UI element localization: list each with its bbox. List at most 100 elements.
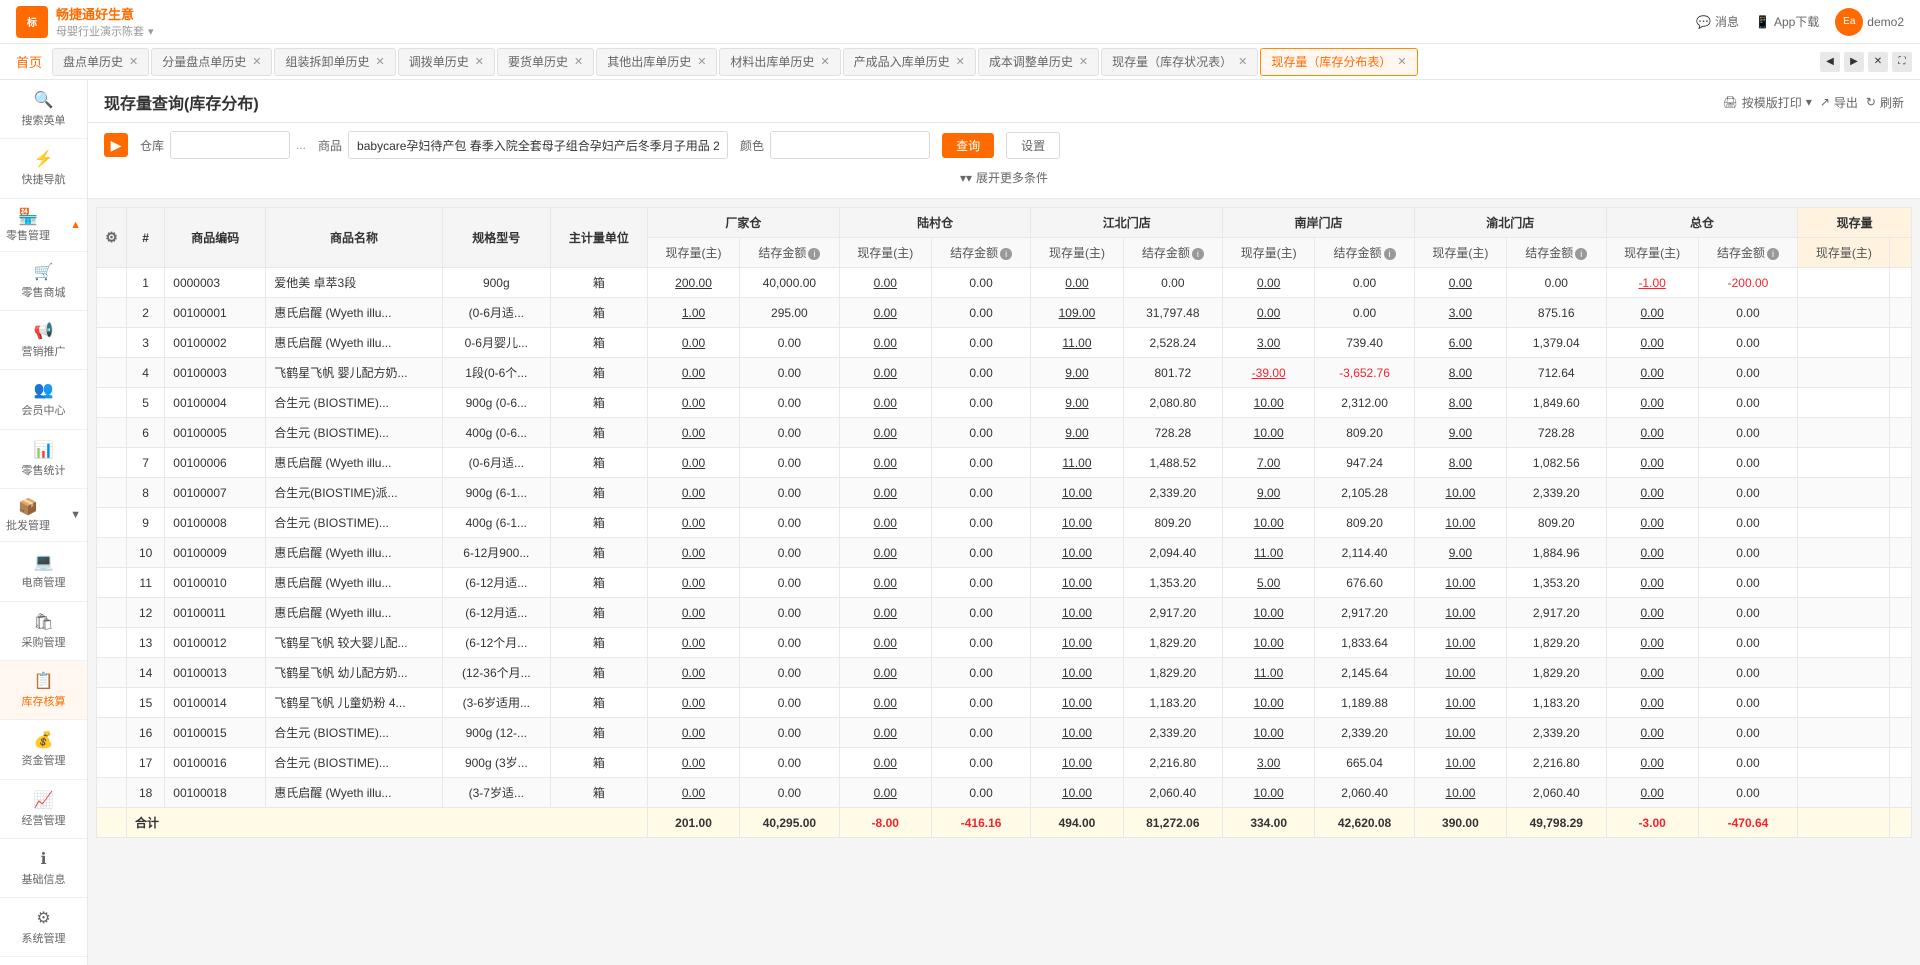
tab-close-all[interactable]: ✕ [1868, 52, 1888, 72]
export-btn[interactable]: ↗ 导出 [1820, 94, 1858, 111]
sidebar-item-collab[interactable]: 🤝 企业协同 [0, 957, 87, 965]
phone-icon: 📱 [1755, 15, 1770, 29]
sidebar-item-marketing[interactable]: 📢 营销推广 [0, 311, 87, 370]
sidebar-item-quicknav[interactable]: ⚡ 快捷导航 [0, 139, 87, 198]
tab-cost-adjustment[interactable]: 成本调整单历史 ✕ [978, 48, 1099, 76]
tab-partial-history[interactable]: 分量盘点单历史 ✕ [151, 48, 272, 76]
tab-inventory-distribution[interactable]: 现存量（库存分布表） ✕ [1260, 48, 1417, 76]
summary-row: 合计 201.00 40,295.00 -8.00 -416.16 494.00… [97, 808, 1912, 838]
th-na-amt: 结存金额i [1315, 238, 1415, 268]
message-btn[interactable]: 💬 消息 [1696, 13, 1739, 30]
sidebar-item-wholesale[interactable]: 📦 批发管理 ▼ [0, 489, 87, 542]
table-row: 9 00100008 合生元 (BIOSTIME)... 400g (6-1..… [97, 508, 1912, 538]
settings-button[interactable]: 设置 [1006, 132, 1060, 159]
color-input[interactable] [770, 131, 930, 159]
sidebar-item-system[interactable]: ⚙ 系统管理 [0, 898, 87, 957]
th-jiangbei: 江北门店 [1031, 208, 1223, 238]
th-lc-amt: 结存金额i [931, 238, 1031, 268]
table-row: 4 00100003 飞鹤星飞帆 婴儿配方奶... 1段(0-6个... 箱 0… [97, 358, 1912, 388]
sidebar: 🔍 搜索英单 ⚡ 快捷导航 🏪 零售管理 ▲ 🛒 零售商城 📢 营销推广 👥 会… [0, 80, 88, 965]
tab-assembly-history[interactable]: 组装拆卸单历史 ✕ [274, 48, 395, 76]
close-tab-8[interactable]: ✕ [956, 55, 965, 68]
tab-fullscreen[interactable]: ⛶ [1892, 52, 1912, 72]
management-icon: 📈 [34, 790, 54, 810]
search-icon: 🔍 [34, 90, 54, 110]
th-total-amt: 结存金额i [1698, 238, 1798, 268]
export-icon: ↗ [1820, 95, 1830, 109]
th-total: 总仓 [1606, 208, 1798, 238]
sidebar-item-purchase[interactable]: 🛍 采购管理 [0, 602, 87, 661]
th-unit: 主计量单位 [550, 208, 647, 268]
expand-icon: ▲ [70, 219, 81, 231]
tab-transfer-history[interactable]: 调拨单历史 ✕ [398, 48, 495, 76]
th-cur-amt [1890, 238, 1912, 268]
tab-order-history[interactable]: 要货单历史 ✕ [497, 48, 594, 76]
tab-material-history[interactable]: 材料出库单历史 ✕ [719, 48, 840, 76]
close-tab-4[interactable]: ✕ [475, 55, 484, 68]
table-row: 15 00100014 飞鹤星飞帆 儿童奶粉 4... (3-6岁适用... 箱… [97, 688, 1912, 718]
sidebar-item-retail-mgmt[interactable]: 🏪 零售管理 ▲ [0, 199, 87, 252]
data-table: ⚙ # 商品编码 商品名称 规格型号 主计量单位 厂家仓 陆村仓 江北门店 南岸… [96, 207, 1912, 838]
tab-inventory-status[interactable]: 现存量（库存状况表） ✕ [1101, 48, 1258, 76]
store-icon: 🏪 [18, 207, 38, 227]
main-layout: 🔍 搜索英单 ⚡ 快捷导航 🏪 零售管理 ▲ 🛒 零售商城 📢 营销推广 👥 会… [0, 80, 1920, 965]
close-tab-3[interactable]: ✕ [376, 55, 385, 68]
filter-expand-btn[interactable]: ▶ [104, 133, 128, 157]
close-tab-9[interactable]: ✕ [1079, 55, 1088, 68]
th-code: 商品编码 [165, 208, 266, 268]
th-settings[interactable]: ⚙ [97, 208, 127, 268]
gear-icon: ⚙ [36, 908, 50, 928]
warehouse-input[interactable] [170, 131, 290, 159]
print-btn[interactable]: 🖨 按模版打印 ▾ [1723, 94, 1812, 111]
refresh-btn[interactable]: ↻ 刷新 [1866, 94, 1904, 111]
tab-nav-buttons: ◀ ▶ ✕ ⛶ [1820, 52, 1912, 72]
filter-bar: ▶ 仓库 ... 商品 颜色 查询 设置 ▾▾ [88, 123, 1920, 199]
expand-more-btn[interactable]: ▾▾ 展开更多条件 [960, 165, 1048, 190]
table-container: ⚙ # 商品编码 商品名称 规格型号 主计量单位 厂家仓 陆村仓 江北门店 南岸… [88, 199, 1920, 965]
table-row: 10 00100009 惠氏启醒 (Wyeth illu... 6-12月900… [97, 538, 1912, 568]
th-lucun: 陆村仓 [839, 208, 1031, 238]
query-button[interactable]: 查询 [942, 133, 994, 158]
refresh-icon: ↻ [1866, 95, 1876, 109]
purchase-icon: 🛍 [33, 612, 53, 632]
stats-icon: 📊 [34, 440, 54, 460]
close-tab-6[interactable]: ✕ [697, 55, 706, 68]
app-download-btn[interactable]: 📱 App下载 [1755, 13, 1819, 30]
info-icon: ℹ [40, 849, 46, 869]
sidebar-item-ecommerce[interactable]: 💻 电商管理 [0, 542, 87, 601]
top-bar: 标 畅捷通好生意 母婴行业演示陈套 ▾ 💬 消息 📱 App下载 Ea demo… [0, 0, 1920, 44]
goods-field: 商品 [318, 131, 728, 159]
print-icon: 🖨 [1723, 95, 1738, 109]
tab-scroll-right[interactable]: ▶ [1844, 52, 1864, 72]
sidebar-item-base-info[interactable]: ℹ 基础信息 [0, 839, 87, 898]
tab-home[interactable]: 首页 [8, 48, 50, 76]
th-fj-qty: 现存量(主) [648, 238, 740, 268]
close-tab-1[interactable]: ✕ [129, 55, 138, 68]
sidebar-item-finance[interactable]: 💰 资金管理 [0, 720, 87, 779]
sidebar-item-mall[interactable]: 🛒 零售商城 [0, 252, 87, 311]
wholesale-icon: 📦 [18, 497, 38, 517]
logo-icon: 标 [16, 6, 48, 38]
sidebar-item-members[interactable]: 👥 会员中心 [0, 370, 87, 429]
sidebar-item-retail-stats[interactable]: 📊 零售统计 [0, 430, 87, 489]
th-jb-amt: 结存金额i [1123, 238, 1223, 268]
tab-production-history[interactable]: 产成品入库单历史 ✕ [843, 48, 976, 76]
tab-outbound-history[interactable]: 其他出库单历史 ✕ [596, 48, 717, 76]
sidebar-item-management[interactable]: 📈 经营管理 [0, 780, 87, 839]
header-actions: 🖨 按模版打印 ▾ ↗ 导出 ↻ 刷新 [1723, 94, 1904, 111]
color-field: 颜色 [740, 131, 930, 159]
user-area[interactable]: Ea demo2 [1835, 8, 1904, 36]
tab-scroll-left[interactable]: ◀ [1820, 52, 1840, 72]
close-tab-11[interactable]: ✕ [1397, 55, 1406, 68]
close-tab-5[interactable]: ✕ [574, 55, 583, 68]
lightning-icon: ⚡ [34, 149, 54, 169]
close-tab-7[interactable]: ✕ [820, 55, 829, 68]
table-row: 13 00100012 飞鹤星飞帆 较大婴儿配... (6-12个月... 箱 … [97, 628, 1912, 658]
inventory-icon: 📋 [34, 671, 54, 691]
close-tab-10[interactable]: ✕ [1238, 55, 1247, 68]
close-tab-2[interactable]: ✕ [252, 55, 261, 68]
sidebar-item-search[interactable]: 🔍 搜索英单 [0, 80, 87, 139]
sidebar-item-inventory[interactable]: 📋 库存核算 [0, 661, 87, 720]
goods-input[interactable] [348, 131, 728, 159]
tab-inventory-history[interactable]: 盘点单历史 ✕ [52, 48, 149, 76]
